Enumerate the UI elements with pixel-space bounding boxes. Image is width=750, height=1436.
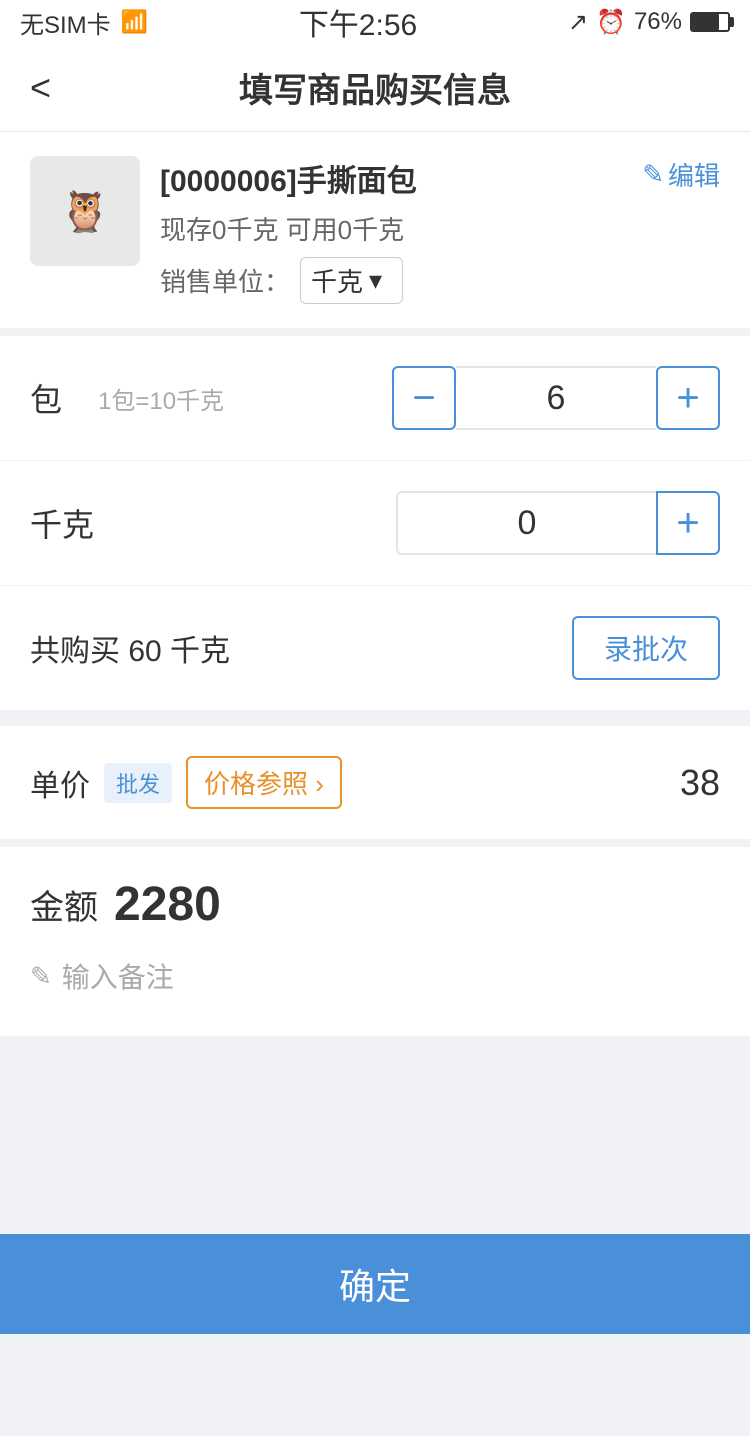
kilogram-plus-button[interactable]: +	[656, 491, 720, 555]
edit-button[interactable]: ✎ 编辑	[642, 156, 720, 193]
unit-select[interactable]: 千克 ▾	[300, 257, 403, 304]
package-qty-input[interactable]	[456, 366, 656, 430]
product-name: [0000006]手撕面包	[160, 156, 417, 200]
unit-label: 销售单位：	[160, 262, 290, 299]
carrier-label: 无SIM卡	[20, 5, 111, 40]
confirm-button[interactable]: 确定	[0, 1234, 750, 1334]
price-value: 38	[680, 762, 720, 804]
wifi-icon: 📶	[121, 9, 148, 35]
package-plus-button[interactable]: +	[656, 366, 720, 430]
package-sublabel: 1包=10千克	[98, 381, 392, 416]
amount-label: 金额	[30, 880, 98, 929]
product-info: [0000006]手撕面包 ✎ 编辑 现存0千克 可用0千克 销售单位： 千克 …	[160, 156, 720, 304]
note-placeholder: 输入备注	[62, 956, 174, 996]
amount-value: 2280	[114, 877, 221, 932]
status-bar: 无SIM卡 📶 下午2:56 ↗ ⏰ 76%	[0, 0, 750, 44]
dropdown-arrow-icon: ▾	[369, 265, 382, 296]
amount-row: 金额 2280	[30, 877, 720, 932]
product-name-row: [0000006]手撕面包 ✎ 编辑	[160, 156, 720, 200]
price-left: 单价 批发 价格参照 ›	[30, 756, 342, 809]
batch-tag: 批发	[104, 763, 172, 803]
pencil-icon: ✎	[30, 961, 52, 992]
battery-percent: 76%	[634, 8, 682, 36]
status-left: 无SIM卡 📶	[20, 5, 148, 40]
unit-value: 千克	[311, 262, 363, 299]
package-minus-button[interactable]: −	[392, 366, 456, 430]
summary-text: 共购买 60 千克	[30, 626, 230, 670]
note-row[interactable]: ✎ 输入备注	[30, 956, 720, 996]
battery-icon	[690, 12, 730, 32]
kilogram-label: 千克	[30, 500, 94, 546]
alarm-icon: ⏰	[596, 8, 626, 37]
batch-button[interactable]: 录批次	[572, 616, 720, 680]
product-card: 🦉 [0000006]手撕面包 ✎ 编辑 现存0千克 可用0千克 销售单位： 千…	[0, 132, 750, 336]
nav-bar: < 填写商品购买信息	[0, 44, 750, 132]
kilogram-qty-row: 千克 +	[0, 461, 750, 586]
status-right: ↗ ⏰ 76%	[568, 8, 730, 37]
location-icon: ↗	[568, 8, 588, 37]
divider-1	[0, 710, 750, 718]
product-thumbnail: 🦉	[30, 156, 140, 266]
amount-section: 金额 2280 ✎ 输入备注	[0, 839, 750, 1036]
price-label: 单价	[30, 761, 90, 805]
package-qty-row: 包 1包=10千克 − +	[0, 336, 750, 461]
product-stock: 现存0千克 可用0千克	[160, 210, 720, 247]
unit-row: 销售单位： 千克 ▾	[160, 257, 720, 304]
package-label: 包	[30, 375, 90, 421]
back-button[interactable]: <	[20, 57, 61, 119]
price-ref-button[interactable]: 价格参照 ›	[186, 756, 342, 809]
kilogram-qty-input[interactable]	[396, 491, 656, 555]
price-row: 单价 批发 价格参照 › 38	[0, 718, 750, 839]
kilogram-qty-controls: +	[396, 491, 720, 555]
package-qty-controls: − +	[392, 366, 720, 430]
time-label: 下午2:56	[299, 0, 417, 44]
edit-icon: ✎	[642, 159, 664, 190]
summary-row: 共购买 60 千克 录批次	[0, 586, 750, 710]
product-owl-icon: 🦉	[60, 188, 110, 235]
page-title: 填写商品购买信息	[239, 63, 511, 112]
